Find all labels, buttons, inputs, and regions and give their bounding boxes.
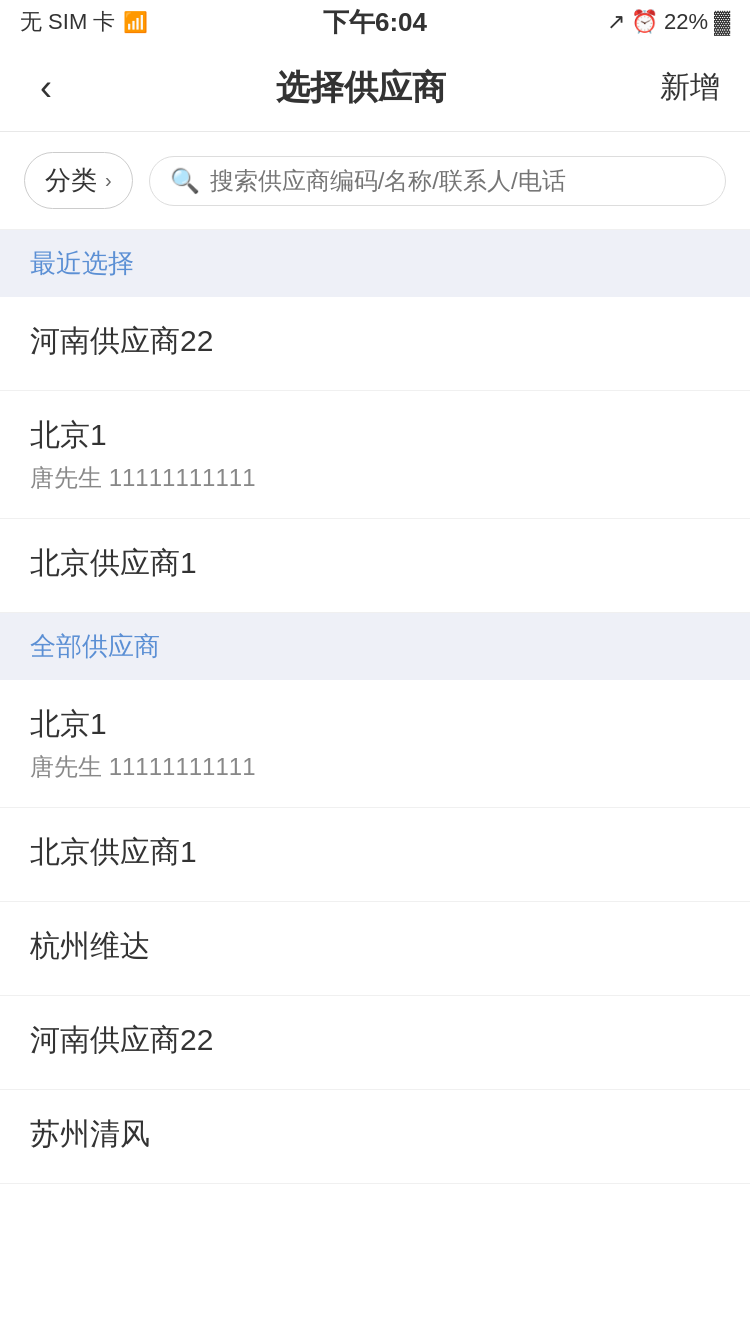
item-name: 北京供应商1 [30, 543, 720, 584]
battery-label: 22% [664, 9, 708, 35]
battery-icon: ▓ [714, 9, 730, 35]
wifi-icon: 📶 [123, 10, 148, 34]
list-item[interactable]: 北京1 唐先生 11111111111 [0, 391, 750, 519]
status-bar: 无 SIM 卡 📶 下午6:04 ↗ ⏰ 22% ▓ [0, 0, 750, 44]
sim-label: 无 SIM 卡 [20, 7, 115, 37]
item-detail: 唐先生 11111111111 [30, 751, 720, 783]
category-button[interactable]: 分类 › [24, 152, 133, 209]
list-item[interactable]: 杭州维达 [0, 902, 750, 996]
item-name: 苏州清风 [30, 1114, 720, 1155]
list-item[interactable]: 北京供应商1 [0, 808, 750, 902]
section-header-recent: 最近选择 [0, 230, 750, 297]
list-item[interactable]: 河南供应商22 [0, 297, 750, 391]
item-name: 杭州维达 [30, 926, 720, 967]
section-header-all: 全部供应商 [0, 613, 750, 680]
status-left: 无 SIM 卡 📶 [20, 7, 148, 37]
list-item[interactable]: 北京供应商1 [0, 519, 750, 613]
back-button[interactable]: ‹ [30, 57, 62, 119]
item-name: 河南供应商22 [30, 1020, 720, 1061]
supplier-list: 最近选择河南供应商22 北京1 唐先生 11111111111 北京供应商1 全部供应商… [0, 230, 750, 1184]
item-name: 北京供应商1 [30, 832, 720, 873]
list-item[interactable]: 河南供应商22 [0, 996, 750, 1090]
search-input[interactable] [210, 167, 705, 195]
search-box[interactable]: 🔍 [149, 156, 726, 206]
item-name: 北京1 [30, 415, 720, 456]
filter-bar: 分类 › 🔍 [0, 132, 750, 230]
page-title: 选择供应商 [276, 65, 446, 111]
item-name: 河南供应商22 [30, 321, 720, 362]
alarm-icon: ⏰ [631, 9, 658, 35]
item-detail: 唐先生 11111111111 [30, 462, 720, 494]
item-name: 北京1 [30, 704, 720, 745]
search-icon: 🔍 [170, 167, 200, 195]
chevron-right-icon: › [105, 169, 112, 192]
status-time: 下午6:04 [323, 5, 427, 40]
category-label: 分类 [45, 163, 97, 198]
list-item[interactable]: 北京1 唐先生 11111111111 [0, 680, 750, 808]
nav-bar: ‹ 选择供应商 新增 [0, 44, 750, 132]
list-item[interactable]: 苏州清风 [0, 1090, 750, 1184]
add-button[interactable]: 新增 [660, 67, 720, 108]
location-icon: ↗ [607, 9, 625, 35]
status-right: ↗ ⏰ 22% ▓ [607, 9, 730, 35]
